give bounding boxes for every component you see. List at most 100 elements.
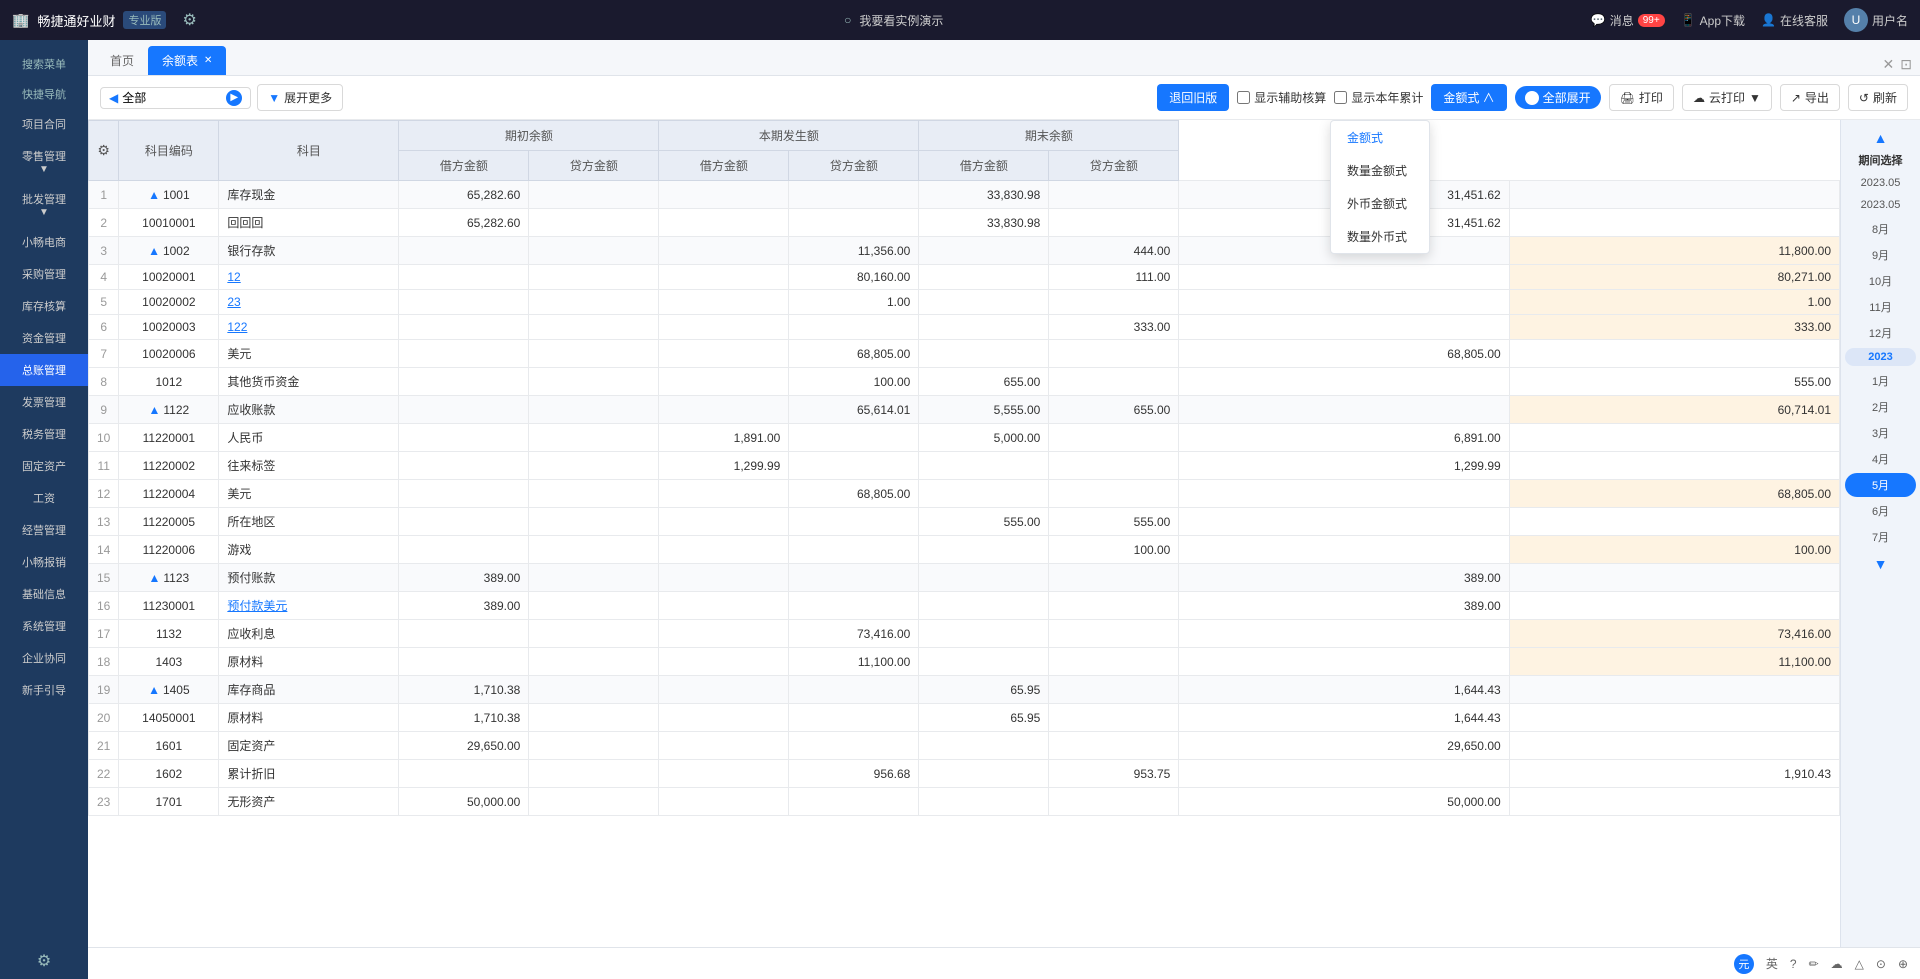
period-10[interactable]: 10月 (1845, 269, 1916, 293)
row-code: ▲1123 (119, 564, 219, 592)
window-maximize-icon[interactable]: ⊡ (1900, 56, 1912, 73)
message-item[interactable]: 💬 消息 99+ (1591, 12, 1665, 29)
sidebar-item-base[interactable]: 基础信息 (0, 578, 88, 610)
period-5[interactable]: 5月 (1845, 473, 1916, 497)
ytd-checkbox[interactable] (1334, 91, 1347, 104)
cell (529, 368, 659, 396)
cell (399, 508, 529, 536)
cloud-print-btn[interactable]: ☁ 云打印 ▼ (1682, 84, 1772, 111)
tab-balance[interactable]: 余额表 ✕ (148, 46, 226, 75)
period-8[interactable]: 8月 (1845, 217, 1916, 241)
sidebar-item-system[interactable]: 系统管理 (0, 610, 88, 642)
bottom-triangle-icon[interactable]: △ (1855, 957, 1864, 971)
bottom-circle-icon[interactable]: ⊙ (1876, 957, 1886, 971)
th-settings[interactable]: ⚙ (89, 121, 119, 181)
bottom-plus-icon[interactable]: ⊕ (1898, 957, 1908, 971)
settings-gear-icon[interactable]: ⚙ (97, 142, 110, 158)
app-download-item[interactable]: 📱 App下载 (1681, 12, 1745, 29)
search-right-arrow[interactable]: ▶ (226, 90, 242, 106)
period-2023-05-b[interactable]: 2023.05 (1845, 195, 1916, 215)
sidebar-item-operation[interactable]: 经营管理 (0, 514, 88, 546)
sidebar-item-assets[interactable]: 固定资产 (0, 450, 88, 482)
sidebar-item-tax[interactable]: 税务管理 (0, 418, 88, 450)
export-btn[interactable]: ↗ 导出 (1780, 84, 1840, 111)
cell (399, 237, 529, 265)
expand-btn[interactable]: ▼ 展开更多 (257, 84, 343, 111)
name-link[interactable]: 预付款美元 (227, 599, 287, 613)
bottom-cloud-icon[interactable]: ☁ (1831, 957, 1843, 971)
sidebar-item-retail[interactable]: 零售管理 ▼ (0, 140, 88, 183)
show-auxiliary-check[interactable]: 显示辅助核算 (1237, 89, 1326, 106)
online-service-item[interactable]: 👤 在线客服 (1761, 12, 1828, 29)
return-btn[interactable]: 退回旧版 (1157, 84, 1229, 111)
sidebar-item-ledger[interactable]: 总账管理 (0, 354, 88, 386)
sidebar-item-invoice[interactable]: 发票管理 (0, 386, 88, 418)
expand-arrow[interactable]: ▲ (149, 571, 161, 585)
cell (1049, 648, 1179, 676)
period-3[interactable]: 3月 (1845, 421, 1916, 445)
sidebar-item-payroll[interactable]: 工资 (0, 482, 88, 514)
expand-arrow[interactable]: ▲ (148, 244, 160, 258)
sidebar-gear-icon[interactable]: ⚙ (37, 951, 51, 971)
period-up-nav[interactable]: ▲ (1872, 128, 1890, 148)
row-name: 累计折旧 (219, 760, 399, 788)
period-11[interactable]: 11月 (1845, 295, 1916, 319)
sidebar-item-expense[interactable]: 小畅报销 (0, 546, 88, 578)
settings-icon[interactable]: ⚙ (182, 10, 196, 30)
user-item[interactable]: U 用户名 (1844, 8, 1908, 32)
row-no: 16 (89, 592, 119, 620)
name-link[interactable]: 122 (227, 320, 247, 334)
window-close-icon[interactable]: ✕ (1883, 56, 1895, 73)
expand-arrow[interactable]: ▲ (149, 403, 161, 417)
sidebar-item-purchase[interactable]: 采购管理 (0, 258, 88, 290)
period-2023-05-a[interactable]: 2023.05 (1845, 173, 1916, 193)
dropdown-item-qty-amount[interactable]: 数量金额式 (1331, 154, 1429, 187)
expand-all-btn[interactable]: 全部展开 (1515, 86, 1601, 109)
sidebar-item-capital[interactable]: 资金管理 (0, 322, 88, 354)
sidebar-item-enterprise[interactable]: 企业协同 (0, 642, 88, 674)
sidebar-item-ecommerce[interactable]: 小畅电商 (0, 226, 88, 258)
tab-close-icon[interactable]: ✕ (204, 55, 212, 66)
row-code: 1701 (119, 788, 219, 816)
sidebar-search[interactable]: 搜索菜单 (0, 48, 88, 80)
auxiliary-checkbox[interactable] (1237, 91, 1250, 104)
name-link[interactable]: 23 (227, 295, 240, 309)
search-input[interactable] (122, 91, 222, 105)
period-12[interactable]: 12月 (1845, 321, 1916, 345)
demo-text[interactable]: 我要看实例演示 (859, 12, 943, 29)
sidebar-item-guide[interactable]: 新手引导 (0, 674, 88, 706)
dropdown-item-amount[interactable]: 金额式 (1331, 121, 1429, 154)
search-box[interactable]: ◀ ▶ (100, 87, 251, 109)
print-btn[interactable]: 🖨 打印 (1609, 84, 1674, 111)
period-6[interactable]: 6月 (1845, 499, 1916, 523)
tab-home[interactable]: 首页 (96, 46, 148, 75)
dropdown-item-qty-foreign[interactable]: 数量外币式 (1331, 220, 1429, 253)
show-ytd-check[interactable]: 显示本年累计 (1334, 89, 1423, 106)
name-link[interactable]: 12 (227, 270, 240, 284)
period-down-nav[interactable]: ▼ (1872, 554, 1890, 574)
closing-credit-cell (1509, 704, 1839, 732)
refresh-btn[interactable]: ↺ 刷新 (1848, 84, 1908, 111)
period-9[interactable]: 9月 (1845, 243, 1916, 267)
amount-mode-btn[interactable]: 金额式 ∧ (1431, 84, 1506, 111)
period-1[interactable]: 1月 (1845, 369, 1916, 393)
sidebar-item-wholesale[interactable]: 批发管理 ▼ (0, 183, 88, 226)
content-area: 首页 余额表 ✕ ✕ ⊡ ◀ ▶ (88, 40, 1920, 979)
expand-arrow[interactable]: ▲ (148, 188, 160, 202)
bottom-edit-icon[interactable]: ✏ (1809, 957, 1819, 971)
dropdown-item-foreign-amount[interactable]: 外币金额式 (1331, 187, 1429, 220)
closing-credit-cell: 60,714.01 (1509, 396, 1839, 424)
sidebar-item-project[interactable]: 项目合同 (0, 108, 88, 140)
sidebar-quick-nav[interactable]: 快捷导航 (0, 80, 88, 108)
period-4[interactable]: 4月 (1845, 447, 1916, 471)
sidebar-item-inventory[interactable]: 库存核算 (0, 290, 88, 322)
toggle-circle (1525, 91, 1539, 105)
expand-arrow[interactable]: ▲ (148, 683, 160, 697)
bottom-help-icon[interactable]: ? (1790, 957, 1797, 971)
period-2[interactable]: 2月 (1845, 395, 1916, 419)
cell (919, 620, 1049, 648)
bottom-yuan-icon[interactable]: 元 (1734, 954, 1754, 974)
bottom-lang-icon[interactable]: 英 (1766, 955, 1778, 972)
search-left-arrow[interactable]: ◀ (109, 91, 118, 105)
period-7[interactable]: 7月 (1845, 525, 1916, 549)
